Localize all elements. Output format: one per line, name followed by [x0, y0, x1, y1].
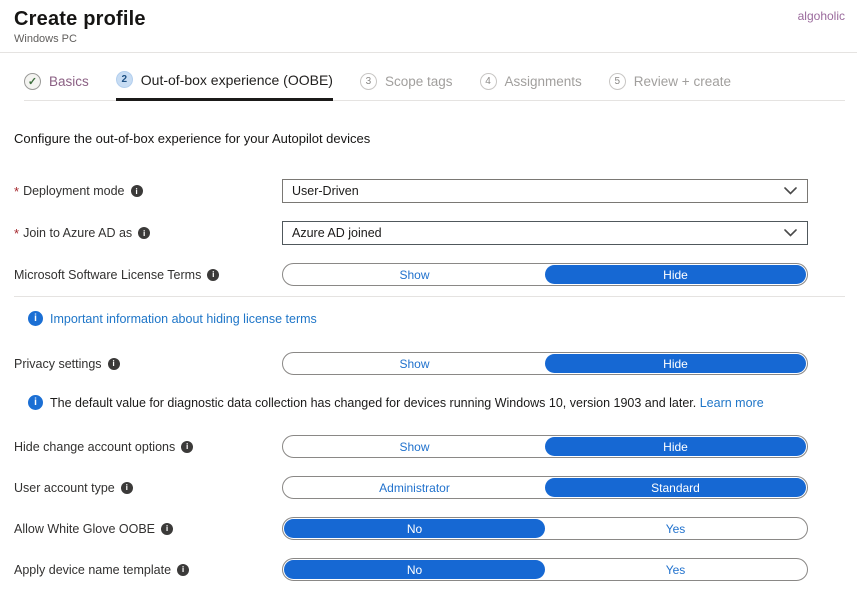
page-header: Create profile Windows PC	[0, 0, 857, 45]
diagnostic-notice: i The default value for diagnostic data …	[28, 395, 857, 410]
license-info-link[interactable]: i Important information about hiding lic…	[28, 311, 857, 326]
field-label-group: Apply device name template i	[14, 563, 282, 577]
deployment-mode-select[interactable]: User-Driven	[282, 179, 808, 203]
link-text[interactable]: Important information about hiding licen…	[50, 312, 317, 326]
learn-more-link[interactable]: Learn more	[700, 396, 764, 410]
field-label-group: Allow White Glove OOBE i	[14, 522, 282, 536]
field-label: Deployment mode	[23, 184, 125, 198]
field-label-group: User account type i	[14, 481, 282, 495]
info-icon[interactable]: i	[161, 522, 174, 535]
tab-assignments[interactable]: 4 Assignments	[479, 73, 582, 100]
user-account-type-toggle[interactable]: Administrator Standard	[282, 476, 808, 499]
info-icon[interactable]: i	[181, 440, 194, 453]
field-label-group: * Deployment mode i	[14, 184, 282, 199]
tab-label: Assignments	[504, 74, 582, 89]
info-icon[interactable]: i	[138, 227, 151, 239]
row-hide-change-account: Hide change account options i Show Hide	[14, 435, 857, 458]
info-icon: i	[28, 311, 43, 326]
header-divider	[0, 52, 857, 53]
field-label-group: Privacy settings i	[14, 357, 282, 371]
chevron-down-icon	[784, 229, 797, 237]
selected-value: Azure AD joined	[292, 226, 382, 240]
tab-review-create[interactable]: 5 Review + create	[608, 73, 731, 100]
toggle-option-hide[interactable]: Hide	[545, 437, 806, 456]
required-asterisk: *	[14, 183, 20, 199]
page-subtitle: Windows PC	[14, 33, 77, 45]
row-privacy-settings: Privacy settings i Show Hide	[14, 352, 857, 375]
toggle-option-show[interactable]: Show	[284, 354, 545, 373]
required-asterisk: *	[14, 225, 20, 241]
field-label-group: Microsoft Software License Terms i	[14, 268, 282, 282]
field-label: User account type	[14, 480, 115, 495]
step-number-icon: 2	[115, 71, 133, 88]
toggle-option-no[interactable]: No	[284, 519, 545, 538]
selected-value: User-Driven	[292, 184, 359, 198]
info-icon[interactable]: i	[120, 481, 133, 494]
section-divider	[14, 296, 845, 297]
info-icon: i	[28, 395, 43, 410]
toggle-option-administrator[interactable]: Administrator	[284, 478, 545, 497]
white-glove-toggle[interactable]: No Yes	[282, 517, 808, 540]
toggle-option-show[interactable]: Show	[284, 265, 545, 284]
info-icon[interactable]: i	[177, 563, 190, 576]
tab-basics[interactable]: ✓ Basics	[24, 73, 89, 100]
info-icon[interactable]: i	[107, 357, 120, 370]
row-device-name-template: Apply device name template i No Yes	[14, 558, 857, 581]
row-join-azure-ad: * Join to Azure AD as i Azure AD joined	[14, 221, 857, 245]
tab-oobe[interactable]: 2 Out-of-box experience (OOBE)	[115, 71, 333, 101]
field-label: Allow White Glove OOBE	[14, 521, 156, 536]
join-azure-ad-select[interactable]: Azure AD joined	[282, 221, 808, 245]
row-user-account-type: User account type i Administrator Standa…	[14, 476, 857, 499]
tab-label: Out-of-box experience (OOBE)	[140, 71, 333, 88]
chevron-down-icon	[784, 187, 797, 195]
info-icon[interactable]: i	[130, 185, 143, 197]
toggle-option-yes[interactable]: Yes	[545, 519, 806, 538]
toggle-option-show[interactable]: Show	[284, 437, 545, 456]
tab-label: Basics	[49, 74, 89, 89]
tab-label: Scope tags	[384, 74, 453, 89]
privacy-settings-toggle[interactable]: Show Hide	[282, 352, 808, 375]
step-number-icon: 3	[359, 73, 377, 90]
device-name-template-toggle[interactable]: No Yes	[282, 558, 808, 581]
field-label: Join to Azure AD as	[23, 226, 133, 240]
toggle-option-yes[interactable]: Yes	[545, 560, 806, 579]
toggle-option-hide[interactable]: Hide	[545, 354, 806, 373]
row-white-glove: Allow White Glove OOBE i No Yes	[14, 517, 857, 540]
notice-text-main: The default value for diagnostic data co…	[50, 395, 697, 410]
create-profile-page: Create profile Windows PC algoholic ✓ Ba…	[0, 0, 857, 600]
row-deployment-mode: * Deployment mode i User-Driven	[14, 179, 857, 203]
toggle-option-hide[interactable]: Hide	[545, 265, 806, 284]
oobe-form: * Deployment mode i User-Driven * Join t…	[14, 179, 857, 581]
step-number-icon: 4	[479, 73, 497, 90]
notice-text: The default value for diagnostic data co…	[50, 396, 764, 410]
field-label: Apply device name template	[14, 562, 172, 577]
intro-text: Configure the out-of-box experience for …	[14, 131, 371, 146]
field-label-group: * Join to Azure AD as i	[14, 226, 282, 241]
wizard-tab-bar: ✓ Basics 2 Out-of-box experience (OOBE) …	[24, 71, 845, 101]
check-circle-icon: ✓	[24, 73, 41, 90]
info-icon[interactable]: i	[207, 268, 220, 281]
toggle-option-no[interactable]: No	[284, 560, 545, 579]
field-label: Microsoft Software License Terms	[14, 267, 202, 282]
step-number-icon: 5	[608, 73, 626, 90]
field-label: Hide change account options	[14, 439, 176, 454]
hide-change-account-toggle[interactable]: Show Hide	[282, 435, 808, 458]
tab-scope-tags[interactable]: 3 Scope tags	[359, 73, 453, 100]
field-label: Privacy settings	[14, 356, 102, 371]
watermark-text: algoholic	[797, 9, 845, 23]
field-label-group: Hide change account options i	[14, 440, 282, 454]
toggle-option-standard[interactable]: Standard	[545, 478, 806, 497]
license-terms-toggle[interactable]: Show Hide	[282, 263, 808, 286]
page-title: Create profile	[14, 8, 146, 30]
row-license-terms: Microsoft Software License Terms i Show …	[14, 263, 857, 286]
tab-label: Review + create	[633, 74, 731, 89]
